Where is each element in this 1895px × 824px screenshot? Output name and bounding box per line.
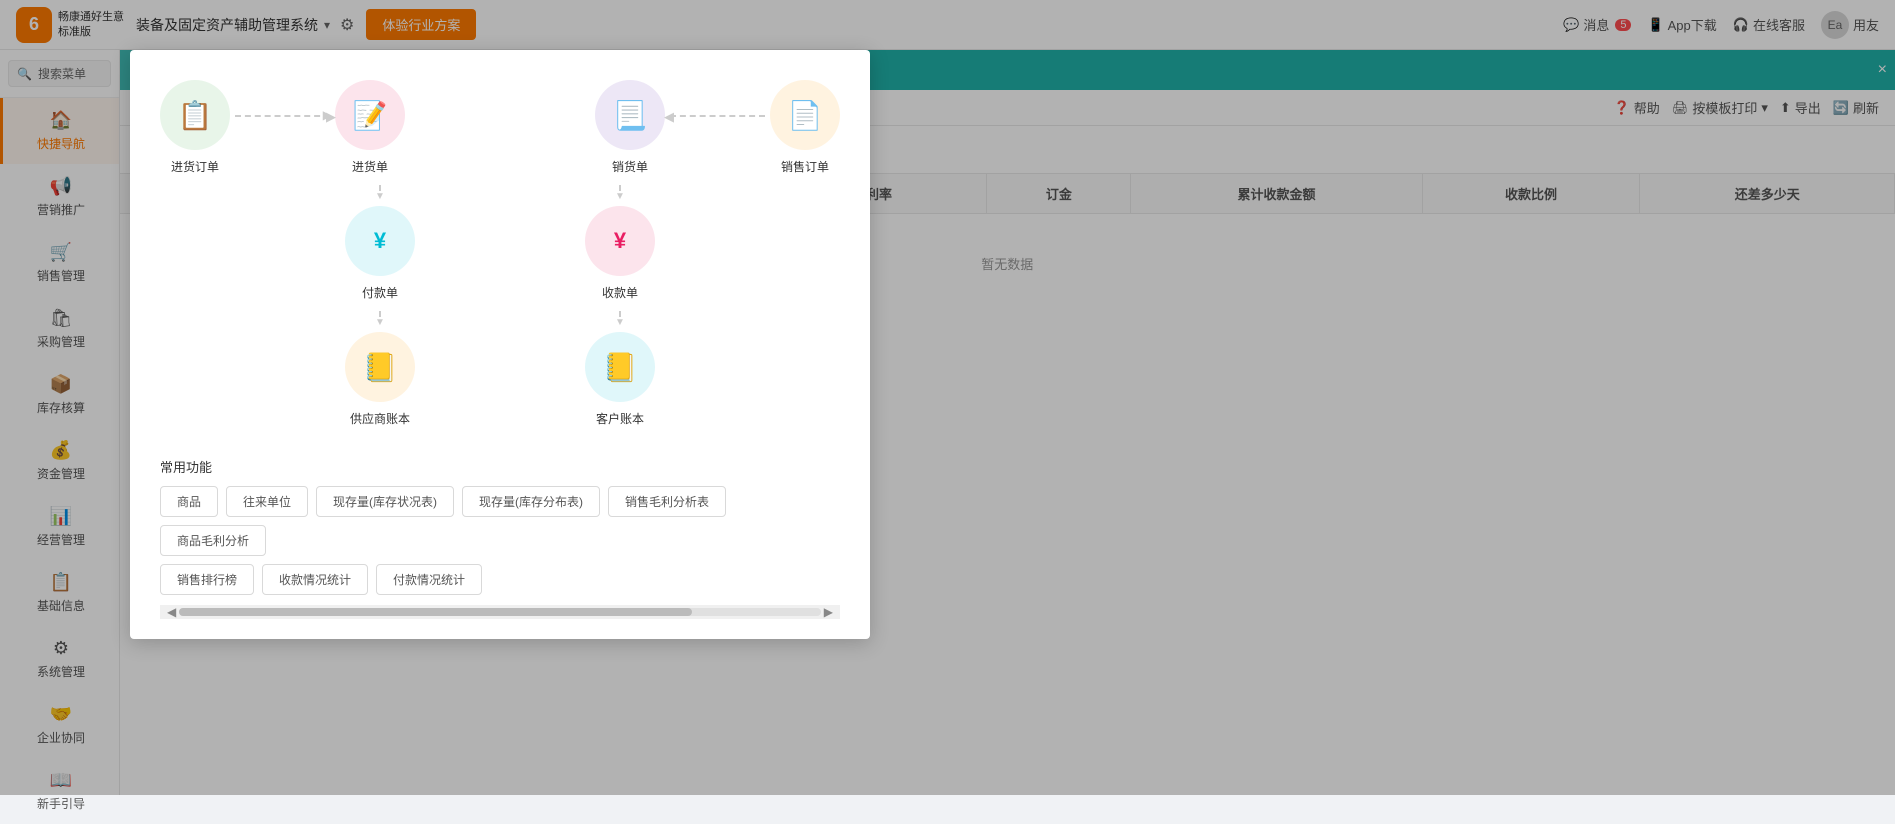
sales-order-circle[interactable]: 📄 bbox=[770, 80, 840, 150]
receipt-bill-icon: ¥ bbox=[614, 228, 626, 254]
payment-bill-node: ¥ 付款单 bbox=[330, 206, 430, 301]
common-funcs-title: 常用功能 bbox=[160, 457, 840, 476]
func-btn-receipt-stats[interactable]: 收款情况统计 bbox=[262, 564, 368, 595]
purchase-order-node: 📋 进货订单 bbox=[160, 80, 230, 175]
payment-bill-down-arrow-2: ▼ bbox=[330, 311, 430, 328]
customer-ledger-circle[interactable]: 📒 bbox=[585, 332, 655, 402]
flow-row-2: ¥ 付款单 ¥ 收款单 bbox=[160, 206, 840, 301]
func-btn-product[interactable]: 商品 bbox=[160, 486, 218, 517]
purchase-bill-label: 进货单 bbox=[352, 158, 388, 175]
receipt-bill-circle[interactable]: ¥ bbox=[585, 206, 655, 276]
customer-ledger-label: 客户账本 bbox=[596, 410, 644, 427]
flow-row-3: 📒 供应商账本 📒 客户账本 bbox=[160, 332, 840, 427]
content-area: 首页 销售订单执行表 × × ❓ 帮助 🖨 按模板打印 ▾ ⬆ 导 bbox=[120, 50, 1895, 795]
payment-bill-circle[interactable]: ¥ bbox=[345, 206, 415, 276]
payment-bill-icon: ¥ bbox=[374, 228, 386, 254]
sales-bill-icon: 📃 bbox=[613, 99, 648, 132]
func-btn-payment-stats[interactable]: 付款情况统计 bbox=[376, 564, 482, 595]
sales-bill-label: 销货单 bbox=[612, 158, 648, 175]
supplier-ledger-circle[interactable]: 📒 bbox=[345, 332, 415, 402]
func-btn-sales-rank[interactable]: 销售排行榜 bbox=[160, 564, 254, 595]
sales-bill-node: 📃 销货单 bbox=[595, 80, 665, 175]
func-btn-stock-dist[interactable]: 现存量(库存分布表) bbox=[462, 486, 600, 517]
func-btn-sales-margin[interactable]: 销售毛利分析表 bbox=[608, 486, 726, 517]
scroll-thumb bbox=[179, 608, 692, 616]
arrow-purchase-order-to-bill: ▶ bbox=[230, 115, 335, 117]
func-buttons-row-1: 商品 往来单位 现存量(库存状况表) 现存量(库存分布表) 销售毛利分析表 商品… bbox=[160, 486, 840, 556]
purchase-bill-icon: 📝 bbox=[353, 99, 388, 132]
receipt-bill-down-arrow-2: ▼ bbox=[570, 311, 670, 328]
receipt-bill-label: 收款单 bbox=[602, 284, 638, 301]
sales-bill-down-arrow: ▼ bbox=[570, 185, 670, 202]
flow-row-arrows-2: ▼ ▼ bbox=[160, 311, 840, 328]
purchase-order-label: 进货订单 bbox=[171, 158, 219, 175]
func-btn-counterpart[interactable]: 往来单位 bbox=[226, 486, 308, 517]
customer-ledger-icon: 📒 bbox=[603, 351, 638, 384]
supplier-ledger-node: 📒 供应商账本 bbox=[330, 332, 430, 427]
scroll-track[interactable] bbox=[179, 608, 821, 616]
sales-order-icon: 📄 bbox=[788, 99, 823, 132]
customer-ledger-node: 📒 客户账本 bbox=[570, 332, 670, 427]
flow-row-1: 📋 进货订单 ▶ 📝 进货 bbox=[160, 80, 840, 175]
supplier-ledger-icon: 📒 bbox=[363, 351, 398, 384]
payment-bill-label: 付款单 bbox=[362, 284, 398, 301]
scroll-right-arrow[interactable]: ▶ bbox=[821, 605, 836, 619]
scroll-left-arrow[interactable]: ◀ bbox=[164, 605, 179, 619]
sales-bill-circle[interactable]: 📃 bbox=[595, 80, 665, 150]
flow-modal: 📋 进货订单 ▶ 📝 进货 bbox=[130, 50, 870, 639]
bottom-scrollbar[interactable]: ◀ ▶ bbox=[160, 605, 840, 619]
receipt-bill-node: ¥ 收款单 bbox=[570, 206, 670, 301]
common-funcs-section: 常用功能 商品 往来单位 现存量(库存状况表) 现存量(库存分布表) 销售毛利分… bbox=[160, 457, 840, 595]
purchase-bill-circle[interactable]: 📝 bbox=[335, 80, 405, 150]
flow-diagram: 📋 进货订单 ▶ 📝 进货 bbox=[160, 80, 840, 437]
arrow-sales-order-to-bill: ◀ bbox=[665, 115, 770, 117]
func-buttons-row-2: 销售排行榜 收款情况统计 付款情况统计 bbox=[160, 564, 840, 595]
sales-order-label: 销售订单 bbox=[781, 158, 829, 175]
supplier-ledger-label: 供应商账本 bbox=[350, 410, 410, 427]
func-btn-stock-status[interactable]: 现存量(库存状况表) bbox=[316, 486, 454, 517]
func-btn-product-margin[interactable]: 商品毛利分析 bbox=[160, 525, 266, 556]
purchase-bill-node: 📝 进货单 bbox=[335, 80, 405, 175]
sales-order-node: 📄 销售订单 bbox=[770, 80, 840, 175]
purchase-order-circle[interactable]: 📋 bbox=[160, 80, 230, 150]
purchase-bill-down-arrow: ▼ bbox=[330, 185, 430, 202]
main-layout: 🔍 搜索菜单 🏠 快捷导航 📢 营销推广 🛒 销售管理 🛍 采购管理 📦 库存核… bbox=[0, 50, 1895, 795]
flow-row-arrows: ▼ ▼ bbox=[160, 185, 840, 202]
purchase-order-icon: 📋 bbox=[178, 99, 213, 132]
